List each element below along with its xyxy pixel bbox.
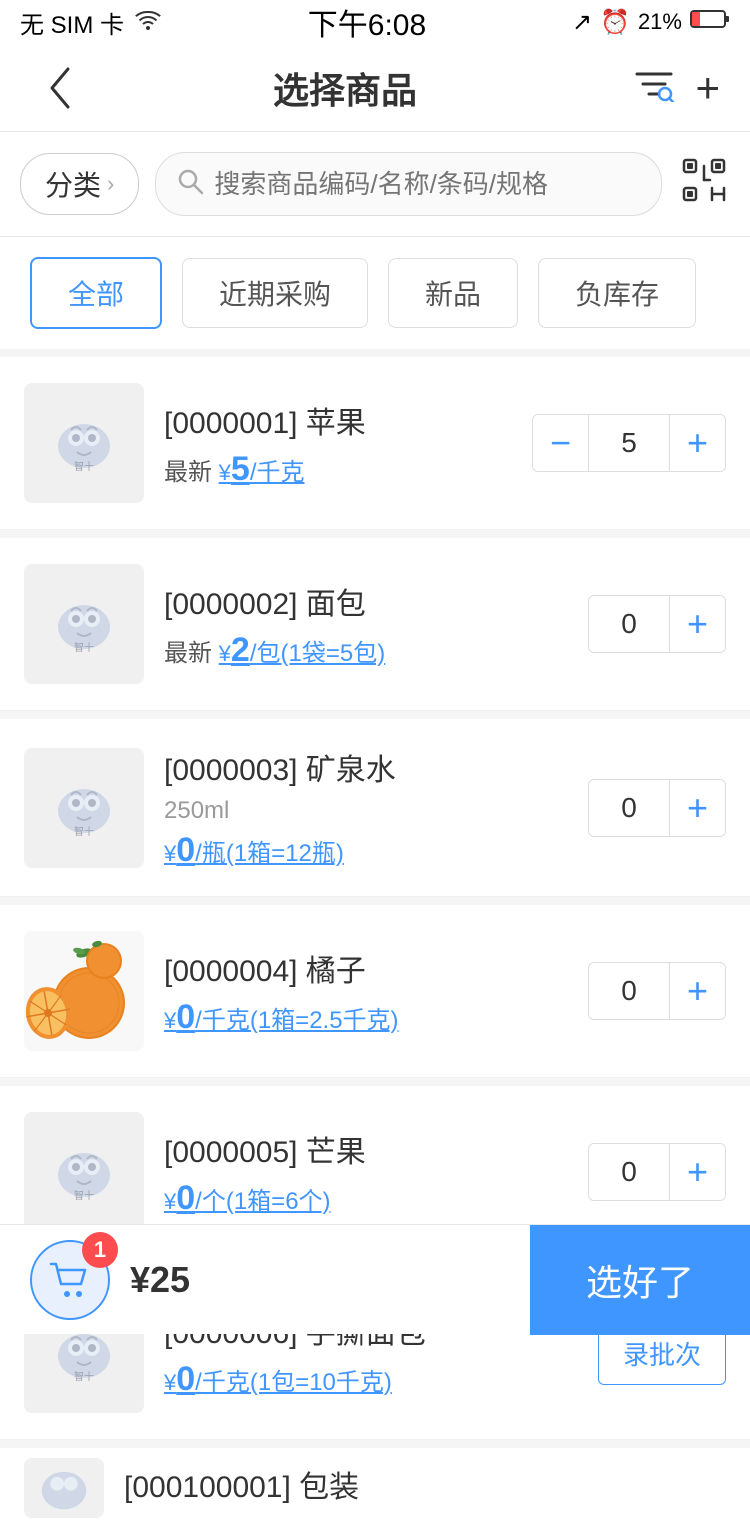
product-image (24, 931, 144, 1051)
search-input[interactable] (214, 169, 641, 200)
tab-row: 全部 近期采购 新品 负库存 (0, 237, 750, 357)
product-image (24, 1458, 104, 1518)
minus-button[interactable]: − (533, 415, 589, 471)
wifi-icon (134, 8, 162, 37)
category-button[interactable]: 分类 › (20, 153, 139, 215)
location-icon: ↗ (572, 8, 592, 37)
product-info: [0000004] 橘子 ¥0/千克(1箱=2.5千克) (164, 946, 568, 1037)
add-icon[interactable]: + (695, 64, 720, 112)
product-info: [0000005] 芒果 ¥0/个(1箱=6个) (164, 1127, 568, 1218)
product-controls: − 5 + (532, 414, 726, 472)
product-price: ¥0/个(1箱=6个) (164, 1179, 568, 1218)
product-image: 智十 (24, 383, 144, 503)
back-button[interactable] (30, 58, 90, 118)
status-time: 下午6:08 (308, 0, 426, 44)
product-image: 智十 (24, 748, 144, 868)
svg-text:智十: 智十 (74, 641, 94, 654)
product-item: [0000004] 橘子 ¥0/千克(1箱=2.5千克) 0 + (0, 905, 750, 1078)
product-name: [0000005] 芒果 (164, 1127, 568, 1171)
search-row: 分类 › (0, 132, 750, 237)
scan-icon[interactable] (678, 154, 730, 215)
nav-bar: 选择商品 + (0, 44, 750, 132)
search-input-wrap[interactable] (155, 152, 662, 216)
product-info: [0000003] 矿泉水 250ml ¥0/瓶(1箱=12瓶) (164, 745, 568, 870)
plus-button[interactable]: + (669, 1144, 725, 1200)
svg-text:智十: 智十 (74, 1189, 94, 1202)
quantity-value: 0 (589, 780, 669, 836)
product-price: 最新 ¥2/包(1袋=5包) (164, 631, 568, 670)
plus-button[interactable]: + (669, 415, 725, 471)
product-name: [0000003] 矿泉水 (164, 745, 568, 789)
quantity-value: 0 (589, 963, 669, 1019)
cart-badge: 1 (82, 1232, 118, 1268)
bottom-bar: 1 ¥25 选好了 (0, 1224, 750, 1334)
status-bar: 无 SIM 卡 下午6:08 ↗ ⏰ 21% (0, 0, 750, 44)
product-info: [0000002] 面包 最新 ¥2/包(1袋=5包) (164, 579, 568, 670)
product-item-partial: [000100001] 包装 (0, 1448, 750, 1528)
product-name: [0000002] 面包 (164, 579, 568, 623)
quantity-value: 0 (589, 1144, 669, 1200)
quantity-stepper: 0 + (588, 1143, 726, 1201)
product-price: ¥0/千克(1箱=2.5千克) (164, 998, 568, 1037)
battery-icon (690, 8, 730, 37)
status-carrier: 无 SIM 卡 (20, 5, 162, 40)
quantity-value: 5 (589, 415, 669, 471)
filter-icon[interactable] (633, 66, 675, 110)
product-price: 最新 ¥5/千克 (164, 450, 512, 489)
product-image: 智十 (24, 1112, 144, 1232)
status-right: ↗ ⏰ 21% (572, 8, 730, 37)
cart-total: ¥25 (130, 1259, 190, 1301)
product-name: [0000001] 苹果 (164, 398, 512, 442)
tab-negative[interactable]: 负库存 (538, 258, 696, 328)
product-image: 智十 (24, 564, 144, 684)
product-info: [000100001] 包装 (124, 1462, 726, 1514)
product-name: [000100001] 包装 (124, 1462, 726, 1506)
quantity-value: 0 (589, 596, 669, 652)
product-price: ¥0/千克(1包=10千克) (164, 1360, 578, 1399)
confirm-label: 选好了 (586, 1254, 694, 1306)
search-icon (176, 167, 204, 202)
product-controls: 0 + (588, 962, 726, 1020)
product-controls: 0 + (588, 1143, 726, 1201)
product-price: ¥0/瓶(1箱=12瓶) (164, 831, 568, 870)
nav-actions: + (600, 64, 720, 112)
product-spec: 250ml (164, 797, 568, 825)
quantity-stepper: 0 + (588, 595, 726, 653)
svg-text:智十: 智十 (74, 460, 94, 473)
plus-button[interactable]: + (669, 596, 725, 652)
tab-all-label: 全部 (68, 279, 124, 310)
quantity-stepper: − 5 + (532, 414, 726, 472)
tab-new[interactable]: 新品 (388, 258, 518, 328)
plus-button[interactable]: + (669, 780, 725, 836)
battery-text: 21% (638, 9, 682, 35)
svg-text:智十: 智十 (74, 1370, 94, 1383)
alarm-icon: ⏰ (600, 8, 630, 37)
tab-recent[interactable]: 近期采购 (182, 258, 368, 328)
product-item: 智十 [0000001] 苹果 最新 ¥5/千克 − 5 + (0, 357, 750, 530)
product-name: [0000004] 橘子 (164, 946, 568, 990)
svg-text:智十: 智十 (74, 825, 94, 838)
cart-section: 1 ¥25 (0, 1240, 530, 1320)
tab-recent-label: 近期采购 (219, 279, 331, 310)
product-item: 智十 [0000003] 矿泉水 250ml ¥0/瓶(1箱=12瓶) 0 + (0, 719, 750, 897)
product-info: [0000001] 苹果 最新 ¥5/千克 (164, 398, 512, 489)
tab-negative-label: 负库存 (575, 279, 659, 310)
product-controls: 0 + (588, 779, 726, 837)
cart-icon-wrap[interactable]: 1 (30, 1240, 110, 1320)
product-list: 智十 [0000001] 苹果 最新 ¥5/千克 − 5 + (0, 357, 750, 1528)
carrier-text: 无 SIM 卡 (20, 5, 124, 40)
tab-new-label: 新品 (425, 279, 481, 310)
confirm-button[interactable]: 选好了 (530, 1225, 750, 1335)
quantity-stepper: 0 + (588, 779, 726, 837)
category-label: 分类 (45, 164, 101, 204)
quantity-stepper: 0 + (588, 962, 726, 1020)
product-item: 智十 [0000002] 面包 最新 ¥2/包(1袋=5包) 0 + (0, 538, 750, 711)
product-controls: 0 + (588, 595, 726, 653)
tab-all[interactable]: 全部 (30, 257, 162, 329)
chevron-right-icon: › (107, 171, 114, 197)
page-title: 选择商品 (90, 62, 600, 114)
plus-button[interactable]: + (669, 963, 725, 1019)
